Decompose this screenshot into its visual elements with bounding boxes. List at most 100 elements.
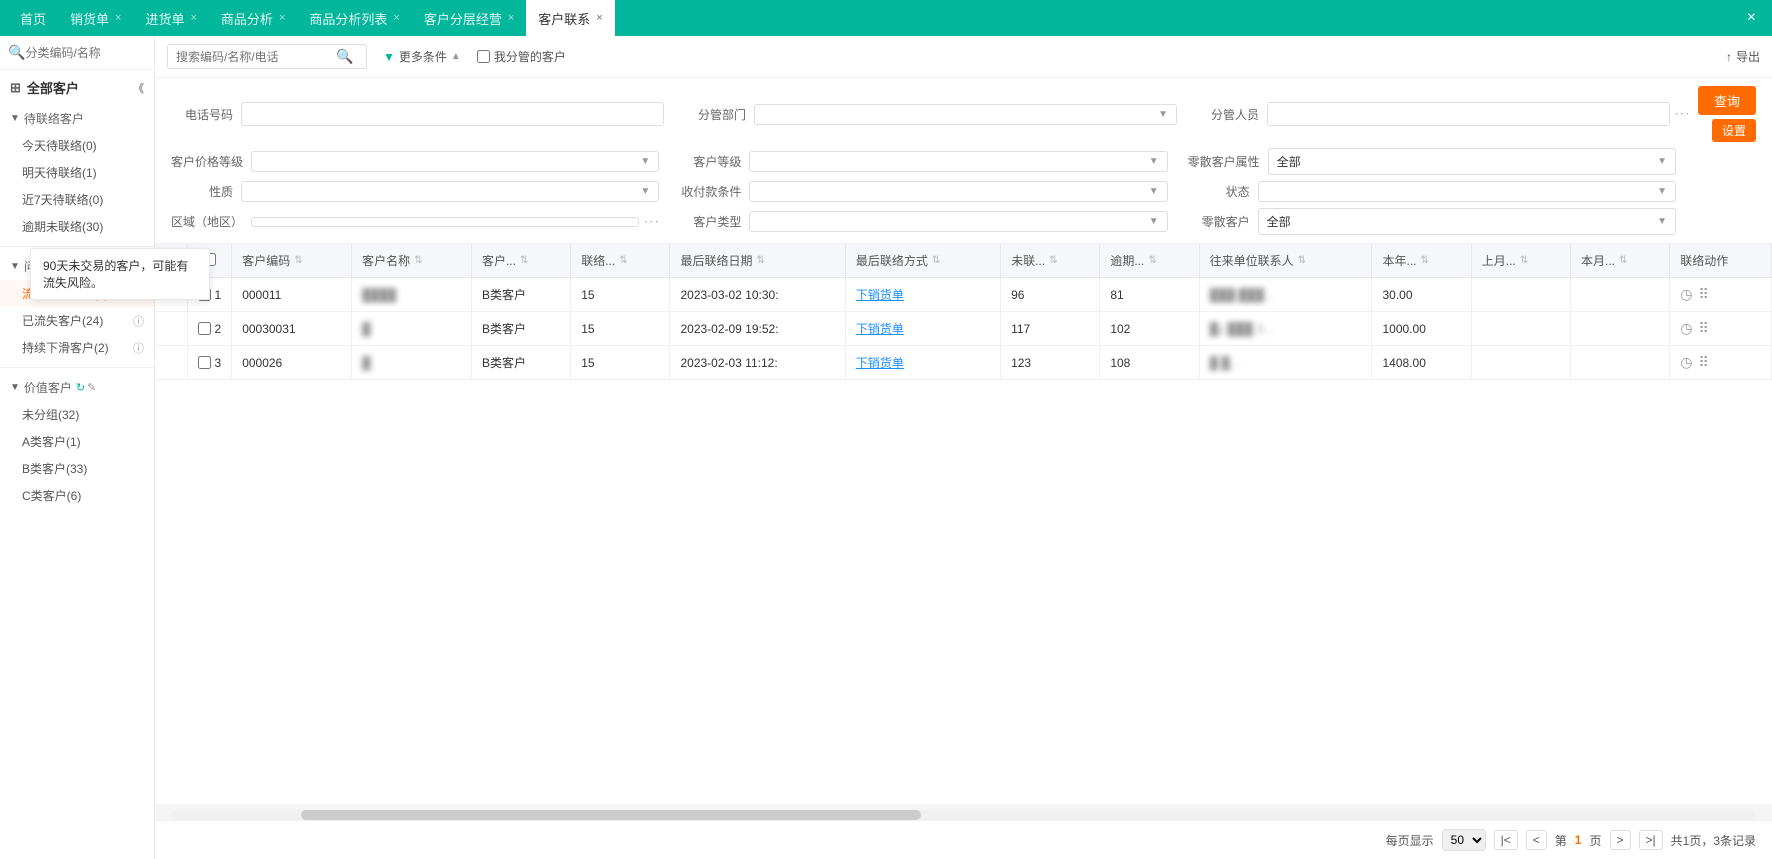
sort-icon[interactable]: ⇅ bbox=[756, 255, 764, 266]
chevron-down-icon: ▼ bbox=[1657, 156, 1667, 167]
row-action: ◷ ⠿ bbox=[1670, 278, 1772, 312]
sidebar-item-tomorrow[interactable]: 明天待联络(1) bbox=[0, 159, 154, 186]
close-icon[interactable]: × bbox=[115, 12, 121, 24]
filter-status-select[interactable]: ▼ bbox=[1258, 181, 1676, 202]
sort-icon[interactable]: ⇅ bbox=[1049, 255, 1057, 266]
content-area: 🔍 ▼ 更多条件 ▲ 我分管的客户 ↑ 导出 电话号码 bbox=[155, 36, 1772, 859]
export-button[interactable]: ↑ 导出 bbox=[1726, 48, 1760, 65]
th-type-label: 客户... bbox=[482, 252, 516, 269]
sort-icon[interactable]: ⇅ bbox=[619, 255, 627, 266]
search-icon[interactable]: 🔍 bbox=[336, 48, 353, 65]
row-last-date: 2023-02-03 11:12: bbox=[670, 346, 845, 380]
row-name: ████ bbox=[352, 278, 472, 312]
search-input[interactable] bbox=[176, 50, 336, 64]
query-button[interactable]: 查询 bbox=[1698, 86, 1756, 115]
sort-icon[interactable]: ⇅ bbox=[1619, 255, 1627, 266]
sidebar-item-overdue[interactable]: 逾期未联络(30) bbox=[0, 213, 154, 240]
close-icon[interactable]: × bbox=[393, 12, 399, 24]
nav-tab-home[interactable]: 首页 bbox=[8, 0, 58, 36]
filter-button[interactable]: ▼ 更多条件 ▲ bbox=[377, 45, 467, 68]
filter-attr-select[interactable]: 全部 ▼ bbox=[1268, 148, 1676, 175]
last-method-link[interactable]: 下销货单 bbox=[856, 356, 904, 370]
more-action-icon[interactable]: ⠿ bbox=[1699, 286, 1709, 303]
first-page-button[interactable]: |< bbox=[1494, 830, 1518, 850]
nav-tab-customer-contact[interactable]: 客户联系 × bbox=[526, 0, 614, 36]
filter-payment-select[interactable]: ▼ bbox=[749, 181, 1167, 202]
row-gear bbox=[155, 346, 187, 380]
nav-tab-analysis-list[interactable]: 商品分析列表 × bbox=[297, 0, 411, 36]
sort-icon[interactable]: ⇅ bbox=[1421, 255, 1429, 266]
sidebar-item-ungrouped[interactable]: 未分组(32) bbox=[0, 401, 154, 428]
filter-retail-select[interactable]: 全部 ▼ bbox=[1258, 208, 1676, 235]
row-checkbox[interactable] bbox=[198, 356, 211, 369]
filter-type-select[interactable]: ▼ bbox=[749, 211, 1167, 232]
sidebar-item-declining[interactable]: 持续下滑客户(2) ⓘ bbox=[0, 334, 154, 361]
group-value-customers-title[interactable]: ▼ 价值客户 ↻ ✎ bbox=[0, 374, 154, 401]
sort-icon[interactable]: ⇅ bbox=[932, 255, 940, 266]
filter-nature-select[interactable]: ▼ bbox=[241, 181, 659, 202]
sidebar-search-input[interactable] bbox=[25, 46, 155, 60]
row-last-method: 下销货单 bbox=[845, 312, 1000, 346]
group-pending-contact: ▼ 待联络客户 今天待联络(0) 明天待联络(1) 近7天待联络(0) 逾期未联… bbox=[0, 103, 154, 242]
last-page-button[interactable]: >| bbox=[1639, 830, 1663, 850]
row-this-month bbox=[1571, 346, 1670, 380]
more-action-icon[interactable]: ⠿ bbox=[1699, 320, 1709, 337]
more-icon[interactable]: ··· bbox=[643, 213, 659, 231]
nav-tab-analysis[interactable]: 商品分析 × bbox=[209, 0, 297, 36]
filter-price-select[interactable]: ▼ bbox=[251, 151, 659, 172]
sidebar-item-b-class[interactable]: B类客户(33) bbox=[0, 455, 154, 482]
sidebar-item-c-class[interactable]: C类客户(6) bbox=[0, 482, 154, 509]
nav-tab-customer-tier[interactable]: 客户分层经营 × bbox=[412, 0, 526, 36]
scrollbar-thumb[interactable] bbox=[301, 810, 921, 820]
sort-icon[interactable]: ⇅ bbox=[1148, 255, 1156, 266]
nav-tab-purchase[interactable]: 进货单 × bbox=[133, 0, 208, 36]
nav-tab-sales[interactable]: 销货单 × bbox=[58, 0, 133, 36]
prev-page-button[interactable]: < bbox=[1526, 830, 1547, 850]
sort-icon[interactable]: ⇅ bbox=[520, 255, 528, 266]
sort-icon[interactable]: ⇅ bbox=[414, 255, 422, 266]
sidebar-item-churned[interactable]: 已流失客户(24) ⓘ bbox=[0, 307, 154, 334]
filter-manager-input[interactable] bbox=[1267, 102, 1670, 126]
today-label: 今天待联络(0) bbox=[22, 137, 97, 154]
last-method-link[interactable]: 下销货单 bbox=[856, 288, 904, 302]
sort-icon[interactable]: ⇅ bbox=[294, 255, 302, 266]
close-icon[interactable]: × bbox=[596, 12, 602, 24]
sort-icon[interactable]: ⇅ bbox=[1298, 255, 1306, 266]
filter-level-select[interactable]: ▼ bbox=[749, 151, 1167, 172]
sidebar-item-today[interactable]: 今天待联络(0) bbox=[0, 132, 154, 159]
sidebar-item-a-class[interactable]: A类客户(1) bbox=[0, 428, 154, 455]
group-pending-contact-title[interactable]: ▼ 待联络客户 bbox=[0, 105, 154, 132]
last-method-link[interactable]: 下销货单 bbox=[856, 322, 904, 336]
more-icon[interactable]: ··· bbox=[1674, 105, 1690, 123]
close-icon[interactable]: × bbox=[508, 12, 514, 24]
search-icon: 🔍 bbox=[8, 44, 25, 61]
close-icon[interactable]: × bbox=[279, 12, 285, 24]
contact-icon[interactable]: ◷ bbox=[1680, 320, 1692, 337]
more-action-icon[interactable]: ⠿ bbox=[1699, 354, 1709, 371]
tooltip-box: 90天未交易的客户，可能有流失风险。 bbox=[30, 248, 155, 300]
window-close-button[interactable]: × bbox=[1739, 5, 1764, 31]
collapse-icon[interactable]: 《 bbox=[133, 80, 144, 96]
row-last-date: 2023-02-09 19:52: bbox=[670, 312, 845, 346]
sort-icon[interactable]: ⇅ bbox=[1520, 255, 1528, 266]
per-page-select[interactable]: 50 bbox=[1442, 829, 1486, 851]
filter-region-select[interactable] bbox=[251, 217, 639, 227]
filter-dept-select[interactable]: ▼ bbox=[754, 104, 1177, 125]
filter-status-label: 状态 bbox=[1188, 183, 1258, 200]
refresh-icon[interactable]: ↻ bbox=[76, 381, 85, 394]
filter-nature-label: 性质 bbox=[171, 183, 241, 200]
horizontal-scrollbar[interactable] bbox=[171, 810, 1756, 820]
sidebar-item-7days[interactable]: 近7天待联络(0) bbox=[0, 186, 154, 213]
contact-icon[interactable]: ◷ bbox=[1680, 354, 1692, 371]
settings-button[interactable]: 设置 bbox=[1712, 119, 1756, 142]
filter-row-3: 性质 ▼ 收付款条件 ▼ 状态 bbox=[171, 181, 1756, 202]
edit-icon[interactable]: ✎ bbox=[87, 381, 96, 394]
contact-icon[interactable]: ◷ bbox=[1680, 286, 1692, 303]
my-customers-check[interactable] bbox=[477, 50, 490, 63]
row-checkbox[interactable] bbox=[198, 322, 211, 335]
filter-phone-input[interactable] bbox=[241, 102, 664, 126]
next-page-button[interactable]: > bbox=[1610, 830, 1631, 850]
close-icon[interactable]: × bbox=[190, 12, 196, 24]
all-customers-label: 全部客户 bbox=[27, 78, 79, 97]
my-customers-checkbox[interactable]: 我分管的客户 bbox=[477, 48, 566, 65]
